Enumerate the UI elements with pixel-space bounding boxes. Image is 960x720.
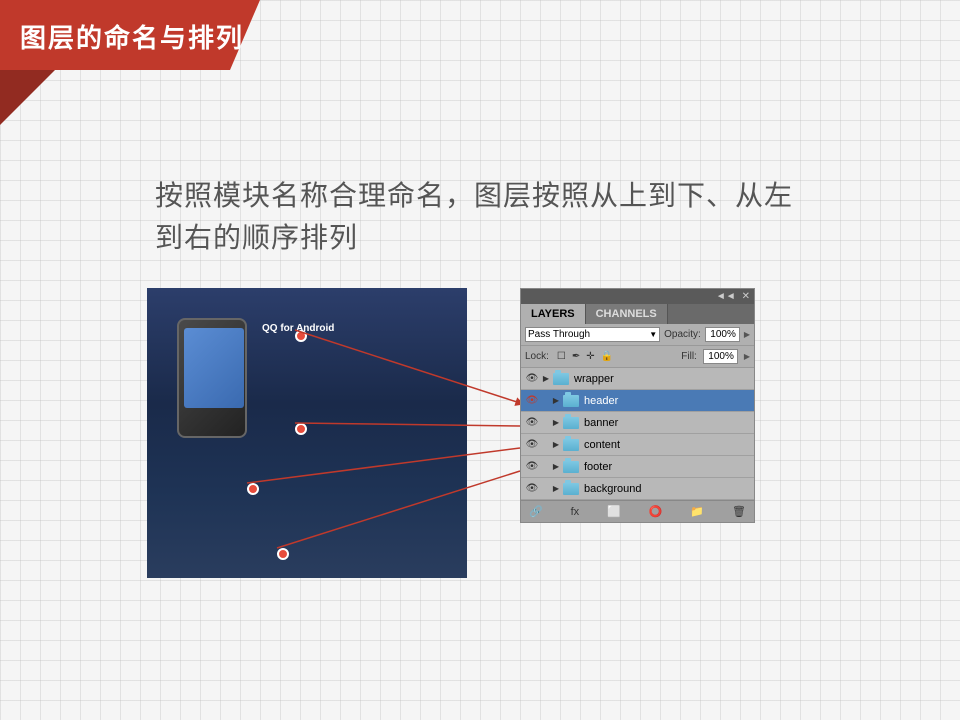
lock-label: Lock: — [525, 351, 549, 362]
delete-icon[interactable]: 🗑 — [729, 504, 749, 519]
layer-name-wrapper: wrapper — [574, 373, 750, 385]
layer-row-banner[interactable]: 👁 ▶ banner — [521, 412, 754, 434]
description-line2: 到右的顺序排列 — [155, 217, 793, 259]
mask-icon[interactable]: ⬜ — [604, 504, 624, 519]
layer-name-background: background — [584, 483, 750, 495]
panel-topbar: ◄◄ ✕ — [521, 289, 754, 304]
blend-select-arrow: ▼ — [649, 330, 657, 339]
folder-icon-header — [563, 395, 579, 407]
fill-arrow: ▶ — [744, 352, 750, 361]
lock-box-icon[interactable]: ☐ — [557, 351, 566, 362]
layer-name-footer: footer — [584, 461, 750, 473]
tab-layers[interactable]: LAYERS — [521, 304, 586, 324]
fx-icon[interactable]: fx — [568, 505, 583, 519]
layer-row-content[interactable]: 👁 ▶ content — [521, 434, 754, 456]
layers-panel: ◄◄ ✕ LAYERS CHANNELS Pass Through ▼ Opac… — [520, 288, 755, 523]
eye-icon-wrapper[interactable]: 👁 — [525, 372, 539, 386]
layer-name-banner: banner — [584, 417, 750, 429]
panel-bottom-toolbar: 🔗 fx ⬜ ⭕ 📁 🗑 — [521, 500, 754, 522]
folder-icon-banner — [563, 417, 579, 429]
layer-row-background[interactable]: 👁 ▶ background — [521, 478, 754, 500]
red-dot-1 — [295, 330, 307, 342]
red-dot-4 — [277, 548, 289, 560]
opacity-arrow: ▶ — [744, 330, 750, 339]
description-text: 按照模块名称合理命名，图层按照从上到下、从左 到右的顺序排列 — [155, 175, 793, 259]
red-dot-2 — [295, 423, 307, 435]
blend-mode-value: Pass Through — [528, 329, 590, 340]
lock-lock-icon[interactable]: 🔒 — [601, 351, 613, 362]
eye-icon-content[interactable]: 👁 — [525, 438, 539, 452]
phone-mockup — [177, 318, 247, 438]
eye-icon-background[interactable]: 👁 — [525, 482, 539, 496]
description-line1: 按照模块名称合理命名，图层按照从上到下、从左 — [155, 175, 793, 217]
panel-arrows: ◄◄ — [716, 291, 736, 302]
link-icon[interactable]: 🔗 — [526, 504, 546, 519]
opacity-value[interactable]: 100% — [705, 327, 740, 342]
new-group-icon[interactable]: 📁 — [687, 504, 707, 519]
lock-move-icon[interactable]: ✛ — [586, 351, 594, 362]
opacity-label: Opacity: — [664, 329, 701, 340]
folder-icon-wrapper — [553, 373, 569, 385]
eye-icon-header[interactable]: 👁 — [525, 394, 539, 408]
panel-tabs: LAYERS CHANNELS — [521, 304, 754, 324]
eye-icon-banner[interactable]: 👁 — [525, 416, 539, 430]
folder-icon-footer — [563, 461, 579, 473]
eye-icon-footer[interactable]: 👁 — [525, 460, 539, 474]
layer-name-header: header — [584, 395, 750, 407]
lock-pen-icon[interactable]: ✒ — [572, 351, 580, 362]
layer-arrow-footer[interactable]: ▶ — [551, 462, 561, 471]
layer-arrow-banner[interactable]: ▶ — [551, 418, 561, 427]
folder-icon-content — [563, 439, 579, 451]
layer-row-header[interactable]: 👁 ▶ header — [521, 390, 754, 412]
lock-row: Lock: ☐ ✒ ✛ 🔒 Fill: 100% ▶ — [521, 346, 754, 368]
fill-label: Fill: — [681, 351, 697, 362]
folder-icon-background — [563, 483, 579, 495]
layer-row-footer[interactable]: 👁 ▶ footer — [521, 456, 754, 478]
layer-arrow-content[interactable]: ▶ — [551, 440, 561, 449]
tab-channels[interactable]: CHANNELS — [586, 304, 668, 324]
phone-screen — [184, 328, 244, 408]
page-title: 图层的命名与排列 — [20, 18, 244, 55]
screenshot-container: QQ for Android — [147, 288, 467, 578]
fill-value[interactable]: 100% — [703, 349, 738, 364]
title-triangle-decoration — [0, 70, 55, 125]
panel-close[interactable]: ✕ — [742, 291, 750, 302]
blend-mode-select[interactable]: Pass Through ▼ — [525, 327, 660, 342]
layer-arrow-header[interactable]: ▶ — [551, 396, 561, 405]
screenshot-image: QQ for Android — [147, 288, 467, 578]
layer-arrow-background[interactable]: ▶ — [551, 484, 561, 493]
red-dot-3 — [247, 483, 259, 495]
layer-row-wrapper[interactable]: 👁 ▶ wrapper — [521, 368, 754, 390]
adjustment-icon[interactable]: ⭕ — [646, 504, 666, 519]
layer-name-content: content — [584, 439, 750, 451]
layer-arrow-wrapper[interactable]: ▶ — [541, 374, 551, 383]
blend-mode-row: Pass Through ▼ Opacity: 100% ▶ — [521, 324, 754, 346]
